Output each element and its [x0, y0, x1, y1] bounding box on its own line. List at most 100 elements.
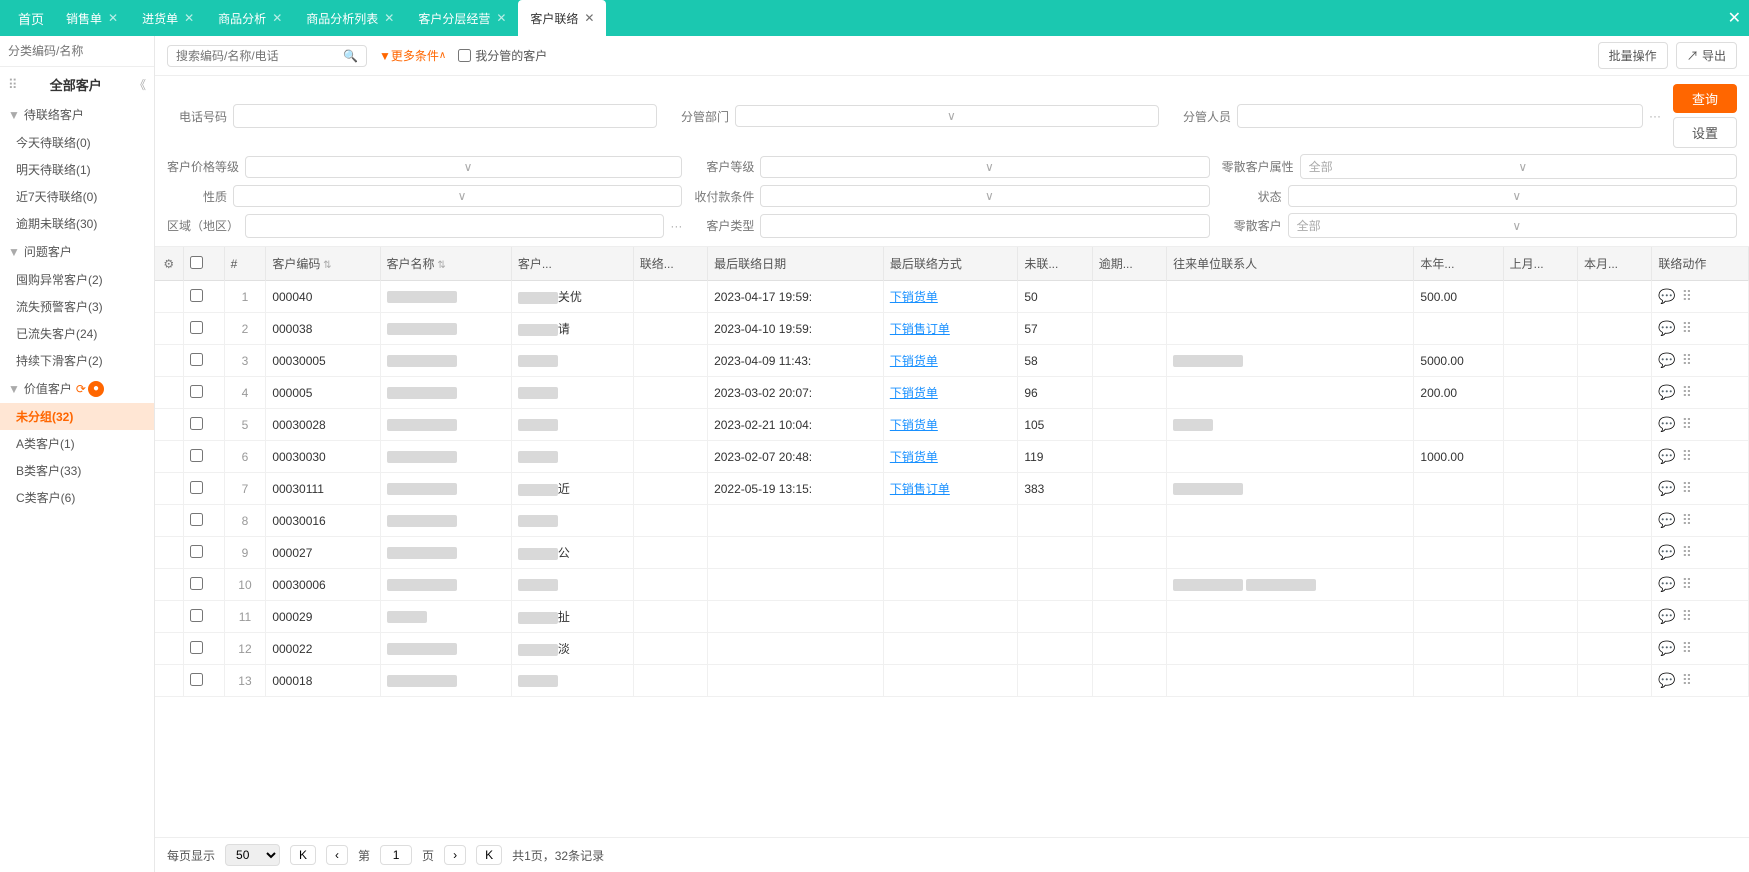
action-grid-icon[interactable]: ⠿: [1682, 640, 1692, 657]
action-chat-icon[interactable]: 💬: [1658, 480, 1675, 497]
action-chat-icon[interactable]: 💬: [1658, 416, 1675, 433]
action-chat-icon[interactable]: 💬: [1658, 512, 1675, 529]
sidebar-item-ungroup[interactable]: 未分组(32): [0, 403, 154, 430]
next-page-button[interactable]: ›: [444, 845, 466, 865]
more-conditions-button[interactable]: ▼ 更多条件 ∧: [379, 47, 446, 64]
row-checkbox[interactable]: [190, 673, 203, 686]
filter-search-input[interactable]: [176, 49, 343, 63]
last-method-link[interactable]: 下销货单: [890, 386, 938, 400]
prev-page-button[interactable]: ‹: [326, 845, 348, 865]
row-checkbox[interactable]: [190, 353, 203, 366]
td-check[interactable]: [183, 601, 224, 633]
row-checkbox[interactable]: [190, 417, 203, 430]
filter-area-dots[interactable]: ···: [670, 219, 682, 233]
action-chat-icon[interactable]: 💬: [1658, 544, 1675, 561]
action-chat-icon[interactable]: 💬: [1658, 448, 1675, 465]
last-method-link[interactable]: 下销售订单: [890, 322, 950, 336]
sidebar-item-7days[interactable]: 近7天待联络(0): [0, 183, 154, 210]
action-grid-icon[interactable]: ⠿: [1682, 416, 1692, 433]
sidebar-item-class-b[interactable]: B类客户(33): [0, 457, 154, 484]
action-grid-icon[interactable]: ⠿: [1682, 544, 1692, 561]
last-method-link[interactable]: 下销售订单: [890, 482, 950, 496]
sidebar-item-churn-warn[interactable]: 流失预警客户(3): [0, 293, 154, 320]
td-check[interactable]: [183, 537, 224, 569]
action-grid-icon[interactable]: ⠿: [1682, 672, 1692, 689]
filter-search-box[interactable]: 🔍: [167, 45, 367, 67]
filter-customer-grade-select[interactable]: ∨: [760, 156, 1209, 178]
nav-tab-analysis-list[interactable]: 商品分析列表 ✕: [294, 0, 406, 36]
my-customers-checkbox[interactable]: [458, 49, 471, 62]
action-grid-icon[interactable]: ⠿: [1682, 608, 1692, 625]
row-checkbox[interactable]: [190, 577, 203, 590]
last-method-link[interactable]: 下销货单: [890, 418, 938, 432]
nav-tab-purchase[interactable]: 进货单 ✕: [130, 0, 206, 36]
row-checkbox[interactable]: [190, 385, 203, 398]
td-check[interactable]: [183, 633, 224, 665]
nav-tab-customer-seg[interactable]: 客户分层经营 ✕: [406, 0, 518, 36]
filter-retail-attr-select[interactable]: 全部 ∨: [1300, 154, 1737, 179]
last-method-link[interactable]: 下销货单: [890, 450, 938, 464]
my-customers-filter[interactable]: 我分管的客户: [458, 47, 547, 64]
action-chat-icon[interactable]: 💬: [1658, 288, 1675, 305]
query-button[interactable]: 查询: [1673, 84, 1737, 113]
td-check[interactable]: [183, 505, 224, 537]
close-customer-contact-tab[interactable]: ✕: [584, 11, 594, 25]
check-all[interactable]: [190, 256, 203, 269]
filter-payment-select[interactable]: ∨: [760, 185, 1209, 207]
action-grid-icon[interactable]: ⠿: [1682, 448, 1692, 465]
action-chat-icon[interactable]: 💬: [1658, 608, 1675, 625]
page-input[interactable]: [380, 845, 412, 865]
td-check[interactable]: [183, 313, 224, 345]
close-purchase-tab[interactable]: ✕: [184, 11, 194, 25]
filter-price-grade-select[interactable]: ∨: [245, 156, 682, 178]
row-checkbox[interactable]: [190, 321, 203, 334]
close-window-button[interactable]: ✕: [1728, 8, 1741, 28]
last-method-link[interactable]: 下销货单: [890, 354, 938, 368]
row-checkbox[interactable]: [190, 513, 203, 526]
nav-tab-analysis[interactable]: 商品分析 ✕: [206, 0, 294, 36]
action-chat-icon[interactable]: 💬: [1658, 672, 1675, 689]
row-checkbox[interactable]: [190, 289, 203, 302]
td-check[interactable]: [183, 281, 224, 313]
td-check[interactable]: [183, 409, 224, 441]
td-check[interactable]: [183, 665, 224, 697]
row-checkbox[interactable]: [190, 481, 203, 494]
sidebar-item-abnormal[interactable]: 囤购异常客户(2): [0, 266, 154, 293]
td-check[interactable]: [183, 441, 224, 473]
col-code[interactable]: 客户编码: [266, 247, 380, 281]
action-grid-icon[interactable]: ⠿: [1682, 480, 1692, 497]
col-name[interactable]: 客户名称: [380, 247, 511, 281]
row-checkbox[interactable]: [190, 449, 203, 462]
last-page-button[interactable]: K: [476, 845, 502, 865]
filter-dept-select[interactable]: ∨: [735, 105, 1159, 127]
action-grid-icon[interactable]: ⠿: [1682, 288, 1692, 305]
action-chat-icon[interactable]: 💬: [1658, 320, 1675, 337]
action-chat-icon[interactable]: 💬: [1658, 352, 1675, 369]
filter-retail-customer-select[interactable]: 全部 ∨: [1288, 213, 1737, 238]
row-checkbox[interactable]: [190, 641, 203, 654]
filter-nature-select[interactable]: ∨: [233, 185, 682, 207]
action-grid-icon[interactable]: ⠿: [1682, 512, 1692, 529]
close-sales-tab[interactable]: ✕: [108, 11, 118, 25]
last-method-link[interactable]: 下销货单: [890, 290, 938, 304]
sidebar-item-churned[interactable]: 已流失客户(24): [0, 320, 154, 347]
nav-tab-sales[interactable]: 销售单 ✕: [54, 0, 130, 36]
all-customers-header[interactable]: ⠿ 全部客户 《: [0, 67, 154, 100]
sidebar-item-overdue[interactable]: 逾期未联络(30): [0, 210, 154, 237]
action-chat-icon[interactable]: 💬: [1658, 640, 1675, 657]
td-check[interactable]: [183, 473, 224, 505]
sidebar-item-tomorrow[interactable]: 明天待联络(1): [0, 156, 154, 183]
section-problem[interactable]: ▼ 问题客户: [0, 237, 154, 266]
action-grid-icon[interactable]: ⠿: [1682, 352, 1692, 369]
close-analysis-list-tab[interactable]: ✕: [384, 11, 394, 25]
section-pending[interactable]: ▼ 待联络客户: [0, 100, 154, 129]
filter-person-dots[interactable]: ···: [1649, 109, 1661, 123]
filter-area-input[interactable]: [245, 214, 664, 238]
sidebar-item-class-a[interactable]: A类客户(1): [0, 430, 154, 457]
filter-person-input[interactable]: [1237, 104, 1643, 128]
close-analysis-tab[interactable]: ✕: [272, 11, 282, 25]
row-checkbox[interactable]: [190, 545, 203, 558]
filter-status-select[interactable]: ∨: [1288, 185, 1737, 207]
per-page-select[interactable]: 50 100 200: [225, 844, 280, 866]
td-check[interactable]: [183, 569, 224, 601]
